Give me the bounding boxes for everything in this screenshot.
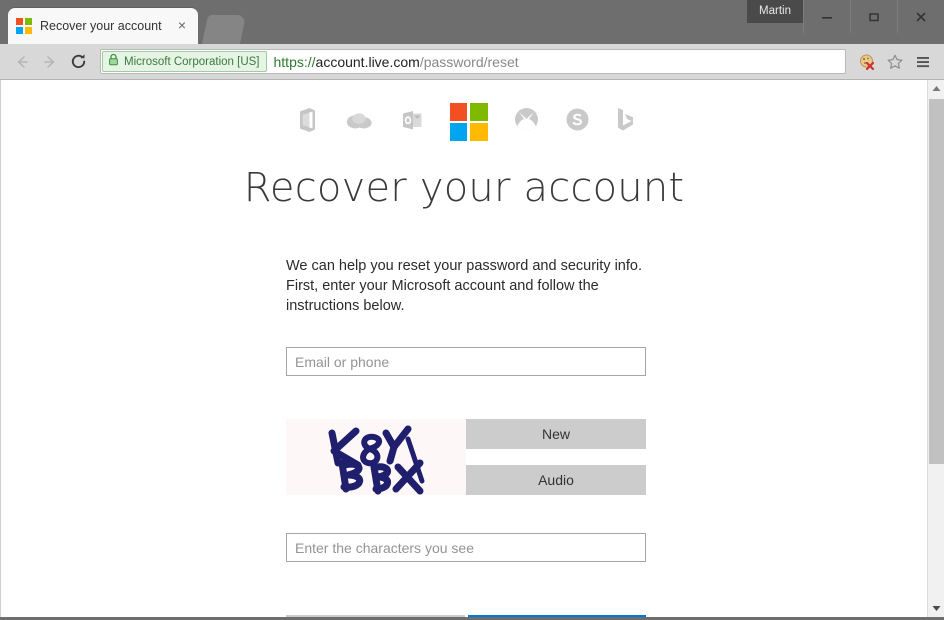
onedrive-icon	[344, 109, 374, 136]
forward-arrow-icon[interactable]	[36, 48, 64, 76]
lock-icon	[108, 53, 119, 71]
xbox-icon	[513, 106, 540, 138]
window-controls: Martin	[747, 0, 944, 34]
maximize-icon[interactable]	[850, 0, 897, 33]
page-viewport: Recover your account We can help you res…	[0, 80, 944, 617]
vertical-scrollbar[interactable]	[927, 80, 944, 617]
cookie-blocked-icon[interactable]	[854, 49, 880, 75]
scroll-up-arrow-icon[interactable]	[928, 80, 944, 97]
scroll-down-arrow-icon[interactable]	[928, 600, 944, 617]
captcha-audio-button[interactable]: Audio	[466, 465, 646, 495]
address-bar[interactable]: Microsoft Corporation [US] https://accou…	[100, 49, 846, 74]
captcha-image	[286, 419, 466, 495]
url-scheme: https://	[273, 53, 316, 70]
office-icon	[294, 106, 319, 139]
bing-icon	[615, 106, 635, 138]
email-or-phone-input[interactable]	[286, 347, 646, 376]
scrollbar-thumb[interactable]	[929, 99, 944, 464]
next-button[interactable]: Next	[467, 615, 646, 617]
url-text[interactable]: https://account.live.com/password/reset	[267, 54, 519, 70]
tab-strip: Recover your account × Martin	[0, 0, 944, 44]
site-identity-label: Microsoft Corporation [US]	[124, 55, 260, 68]
skype-icon	[565, 107, 590, 137]
browser-toolbar: Microsoft Corporation [US] https://accou…	[0, 44, 944, 80]
captcha-new-button[interactable]: New	[466, 419, 646, 449]
page-title: Recover your account	[243, 165, 685, 211]
user-profile-chip[interactable]: Martin	[747, 0, 803, 23]
hamburger-menu-icon[interactable]	[910, 49, 936, 75]
star-icon[interactable]	[882, 49, 908, 75]
recover-account-page: Recover your account We can help you res…	[1, 80, 927, 617]
captcha-buttons: New Audio	[466, 419, 646, 495]
microsoft-logo-icon	[16, 18, 32, 34]
close-icon[interactable]: ×	[174, 18, 190, 34]
captcha-answer-input[interactable]	[286, 533, 646, 562]
intro-text: We can help you reset your password and …	[286, 258, 642, 314]
cancel-button[interactable]: Cancel	[286, 615, 465, 617]
captcha-section: New Audio	[286, 419, 646, 495]
site-identity-chip[interactable]: Microsoft Corporation [US]	[102, 51, 267, 72]
new-tab-button[interactable]	[201, 15, 247, 44]
url-host: account.live.com	[315, 53, 420, 70]
minimize-icon[interactable]	[803, 0, 850, 33]
browser-window: Recover your account × Martin Microsoft …	[0, 0, 944, 620]
microsoft-services-bar	[1, 80, 927, 142]
recover-form: We can help you reset your password and …	[284, 256, 646, 617]
form-actions: Cancel Next	[286, 615, 646, 617]
url-path: /password/reset	[419, 53, 519, 70]
microsoft-logo-icon	[449, 103, 488, 141]
close-icon[interactable]	[897, 0, 944, 33]
browser-tab[interactable]: Recover your account ×	[8, 8, 198, 44]
reload-icon[interactable]	[64, 48, 92, 76]
tab-title: Recover your account	[40, 19, 162, 33]
back-arrow-icon[interactable]	[8, 48, 36, 76]
outlook-icon	[399, 107, 425, 138]
toolbar-icons	[854, 49, 936, 75]
